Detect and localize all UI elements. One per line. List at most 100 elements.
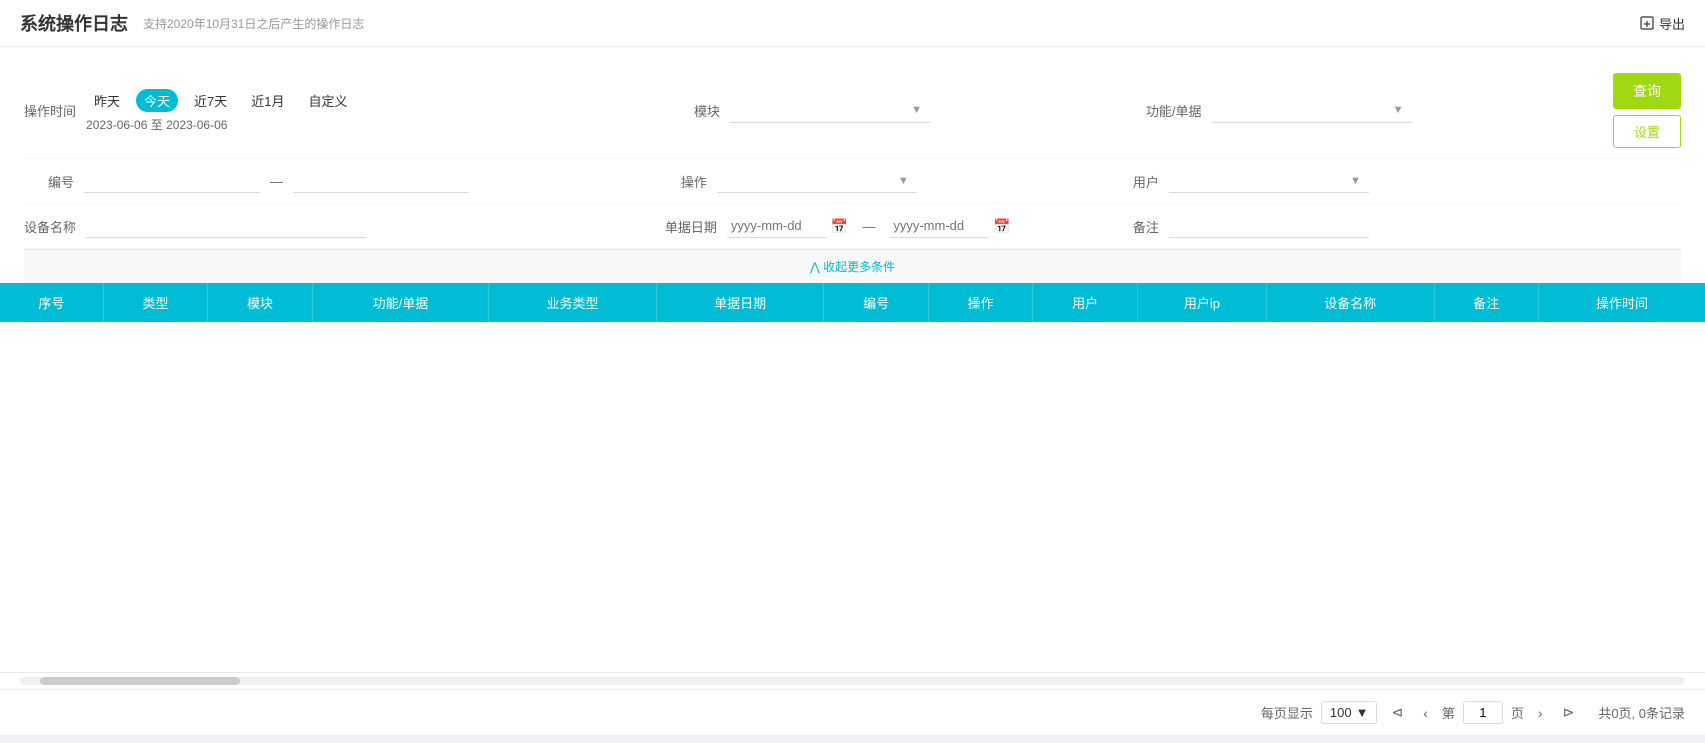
col-index: 序号 (0, 283, 103, 322)
today-btn[interactable]: 今天 (136, 89, 178, 112)
week-btn[interactable]: 近7天 (186, 89, 235, 112)
page-subtitle: 支持2020年10月31日之后产生的操作日志 (143, 15, 364, 32)
action-buttons: 查询 设置 (1593, 73, 1681, 148)
module-select[interactable]: ▼ (730, 99, 930, 123)
empty-area (0, 322, 1705, 672)
module-content: ▼ (730, 99, 1131, 123)
number-input-start[interactable] (84, 169, 260, 193)
user-block: 用户 ▼ (1109, 169, 1561, 193)
filter-row-2: 编号 — 操作 ▼ 用户 ▼ (24, 159, 1681, 204)
operation-chevron-icon: ▼ (898, 175, 909, 187)
scrollbar-track (20, 677, 1685, 685)
col-function: 功能/单据 (312, 283, 488, 322)
calendar-end-icon[interactable]: 📅 (993, 218, 1010, 235)
page-title: 系统操作日志 (20, 10, 128, 36)
date-end-input[interactable] (889, 214, 989, 238)
operation-block: 操作 ▼ (657, 169, 1109, 193)
function-label: 功能/单据 (1132, 101, 1212, 120)
operation-time-label: 操作时间 (24, 101, 86, 120)
first-page-button[interactable]: ⊲ (1385, 700, 1409, 725)
operation-input[interactable] (717, 173, 898, 188)
yesterday-btn[interactable]: 昨天 (86, 89, 128, 112)
operation-select[interactable]: ▼ (717, 169, 917, 193)
number-content: — (84, 169, 657, 193)
module-chevron-icon: ▼ (911, 104, 922, 116)
table-section: 序号 类型 模块 功能/单据 业务类型 单据日期 编号 操作 用户 用户ip 设… (0, 283, 1705, 672)
function-block: 功能/单据 ▼ (1132, 99, 1593, 123)
device-label: 设备名称 (24, 217, 86, 236)
function-chevron-icon: ▼ (1393, 104, 1404, 116)
user-chevron-icon: ▼ (1350, 175, 1361, 187)
col-voucher-date: 单据日期 (656, 283, 824, 322)
number-dash: — (260, 174, 293, 189)
date-start-input[interactable] (727, 214, 827, 238)
col-operation-time: 操作时间 (1539, 283, 1705, 322)
module-block: 模块 ▼ (670, 99, 1131, 123)
settings-button[interactable]: 设置 (1613, 115, 1681, 148)
page-size-select[interactable]: 100 ▼ (1321, 701, 1378, 724)
calendar-start-icon[interactable]: 📅 (831, 218, 848, 235)
collapse-bar[interactable]: ⋀ 收起更多条件 (24, 249, 1681, 283)
function-content: ▼ (1212, 99, 1593, 123)
table-header-row: 序号 类型 模块 功能/单据 业务类型 单据日期 编号 操作 用户 用户ip 设… (0, 283, 1705, 322)
device-input[interactable] (86, 214, 366, 238)
module-input[interactable] (730, 103, 911, 118)
col-device-name: 设备名称 (1266, 283, 1434, 322)
time-buttons: 昨天 今天 近7天 近1月 自定义 (86, 89, 356, 112)
number-input-end[interactable] (293, 169, 469, 193)
collapse-up-icon: ⋀ (810, 260, 823, 274)
per-page-label: 每页显示 (1261, 703, 1313, 722)
current-page-input[interactable] (1463, 701, 1503, 724)
table-header: 序号 类型 模块 功能/单据 业务类型 单据日期 编号 操作 用户 用户ip 设… (0, 283, 1705, 322)
user-input[interactable] (1169, 173, 1350, 188)
filter-section: 操作时间 昨天 今天 近7天 近1月 自定义 2023-06-06 至 2023… (0, 47, 1705, 283)
col-user: 用户 (1033, 283, 1137, 322)
query-button[interactable]: 查询 (1613, 73, 1681, 109)
operation-time-block: 操作时间 昨天 今天 近7天 近1月 自定义 2023-06-06 至 2023… (24, 89, 670, 133)
collapse-label: 收起更多条件 (823, 260, 895, 274)
remark-content (1169, 214, 1561, 238)
voucher-date-label: 单据日期 (657, 217, 727, 236)
col-operation: 操作 (928, 283, 1032, 322)
page-size-value: 100 (1330, 705, 1352, 720)
voucher-date-content: 📅 — 📅 (727, 214, 1109, 238)
pagination: 每页显示 100 ▼ ⊲ ‹ 第 页 › ⊳ 共0页, 0条记录 (0, 689, 1705, 735)
data-table: 序号 类型 模块 功能/单据 业务类型 单据日期 编号 操作 用户 用户ip 设… (0, 283, 1705, 322)
remark-label: 备注 (1109, 217, 1169, 236)
custom-btn[interactable]: 自定义 (301, 89, 356, 112)
user-label: 用户 (1109, 172, 1169, 191)
next-page-button[interactable]: › (1532, 701, 1549, 725)
col-number: 编号 (824, 283, 928, 322)
page-word-label: 第 (1442, 703, 1455, 722)
col-remark: 备注 (1434, 283, 1538, 322)
month-btn[interactable]: 近1月 (243, 89, 292, 112)
module-label: 模块 (670, 101, 730, 120)
function-input[interactable] (1212, 103, 1393, 118)
col-user-ip: 用户ip (1137, 283, 1266, 322)
prev-page-button[interactable]: ‹ (1417, 701, 1434, 725)
filter-row-3: 设备名称 单据日期 📅 — 📅 备注 (24, 204, 1681, 249)
last-page-button[interactable]: ⊳ (1557, 700, 1581, 725)
page-unit-label: 页 (1511, 703, 1524, 722)
total-label: 共0页, 0条记录 (1598, 703, 1685, 722)
date-range: 2023-06-06 至 2023-06-06 (86, 116, 356, 133)
operation-time-content: 昨天 今天 近7天 近1月 自定义 2023-06-06 至 2023-06-0… (86, 89, 670, 133)
voucher-date-block: 单据日期 📅 — 📅 (657, 214, 1109, 238)
remark-block: 备注 (1109, 214, 1561, 238)
col-business-type: 业务类型 (489, 283, 657, 322)
col-module: 模块 (208, 283, 312, 322)
user-select[interactable]: ▼ (1169, 169, 1369, 193)
page-size-chevron-icon: ▼ (1356, 705, 1369, 720)
filter-row-1: 操作时间 昨天 今天 近7天 近1月 自定义 2023-06-06 至 2023… (24, 63, 1681, 159)
date-range-picker: 📅 — 📅 (727, 214, 1011, 238)
export-button[interactable]: 导出 (1640, 14, 1685, 33)
scrollbar-thumb[interactable] (40, 677, 240, 685)
function-select[interactable]: ▼ (1212, 99, 1412, 123)
operation-label: 操作 (657, 172, 717, 191)
remark-input[interactable] (1169, 214, 1369, 238)
device-block: 设备名称 (24, 214, 657, 238)
col-type: 类型 (103, 283, 207, 322)
device-content (86, 214, 657, 238)
export-icon (1640, 16, 1654, 30)
number-block: 编号 — (24, 169, 657, 193)
